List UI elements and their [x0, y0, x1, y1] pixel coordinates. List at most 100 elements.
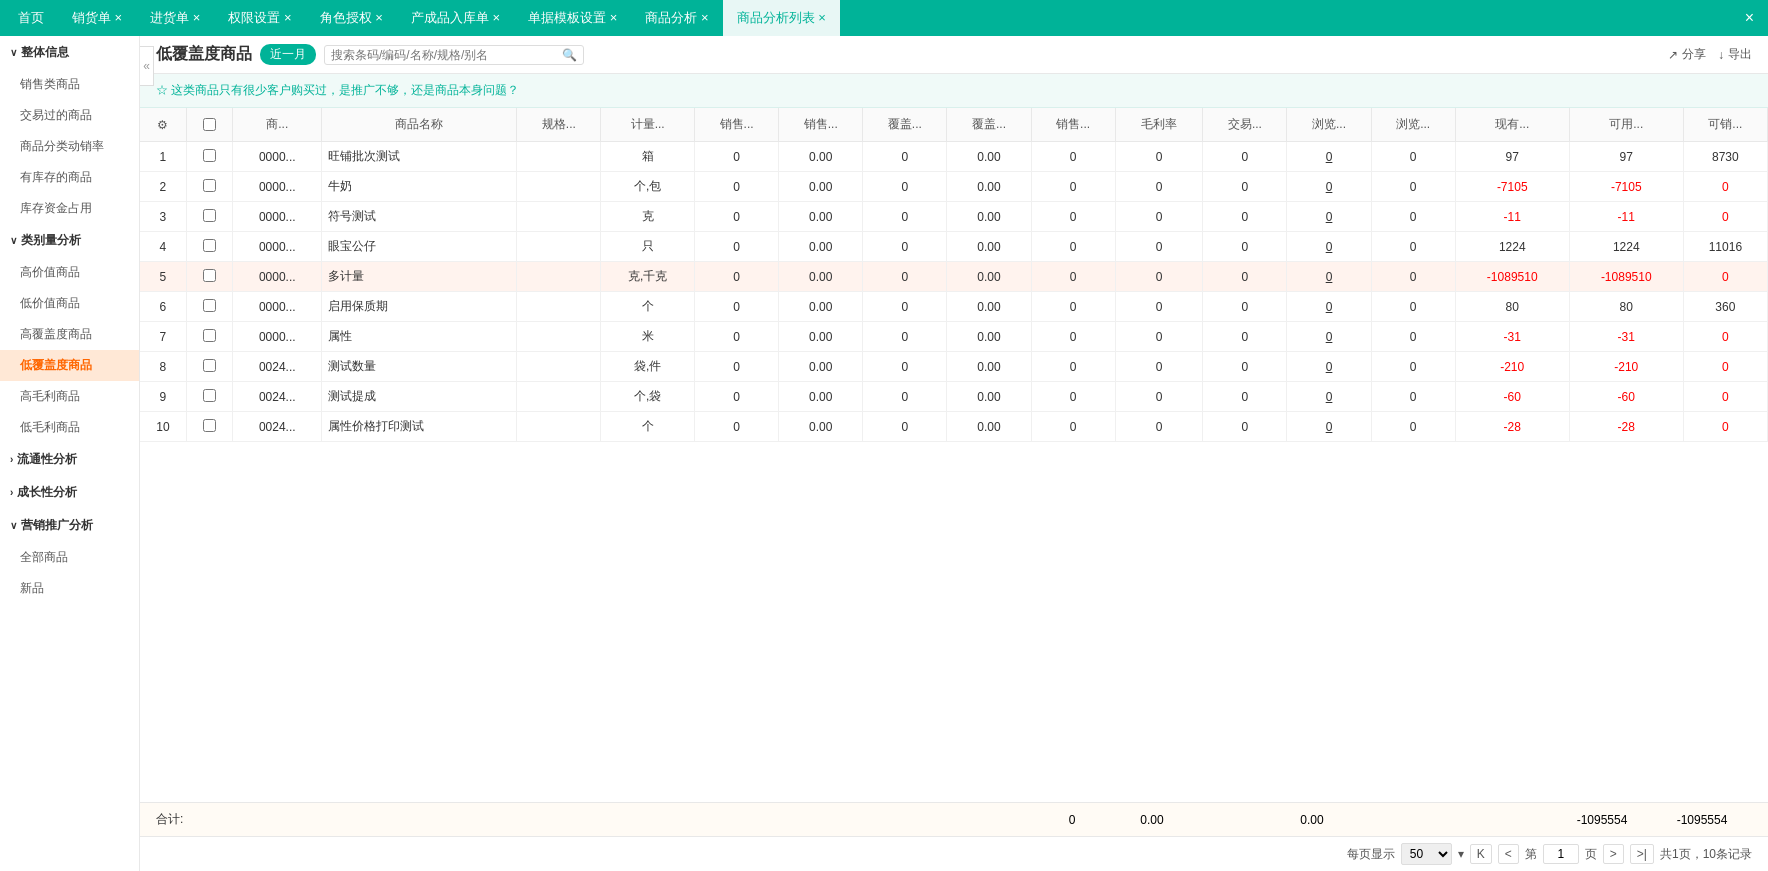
row-unit: 米 — [601, 322, 695, 352]
sidebar-section-circulation[interactable]: › 流通性分析 — [0, 443, 139, 476]
row-checkbox[interactable] — [186, 202, 233, 232]
last-page-button[interactable]: >| — [1630, 844, 1654, 864]
row-checkbox-input[interactable] — [203, 209, 216, 222]
row-cover1: 0 — [863, 262, 947, 292]
row-available: -31 — [1569, 322, 1683, 352]
share-button[interactable]: ↗ 分享 — [1668, 46, 1706, 63]
row-checkbox-input[interactable] — [203, 269, 216, 282]
row-checkbox[interactable] — [186, 142, 233, 172]
arrow-category: ∨ — [10, 235, 17, 246]
row-sellable: 11016 — [1683, 232, 1767, 262]
page-size-select[interactable]: 50 20 100 — [1401, 843, 1452, 865]
sidebar-item-new-goods[interactable]: 新品 — [0, 573, 139, 604]
th-settings[interactable]: ⚙ — [140, 108, 186, 142]
sidebar-item-low-profit[interactable]: 低毛利商品 — [0, 412, 139, 443]
row-cover2: 0.00 — [947, 202, 1031, 232]
row-sellable: 0 — [1683, 202, 1767, 232]
nav-template-settings[interactable]: 单据模板设置 × — [514, 0, 631, 36]
next-page-button[interactable]: > — [1603, 844, 1624, 864]
row-checkbox-input[interactable] — [203, 389, 216, 402]
row-margin: 0 — [1115, 232, 1203, 262]
row-checkbox[interactable] — [186, 172, 233, 202]
row-margin: 0 — [1115, 382, 1203, 412]
row-sales-amt: 0.00 — [779, 232, 863, 262]
time-filter-badge[interactable]: 近一月 — [260, 44, 316, 65]
sidebar-item-sales-goods[interactable]: 销售类商品 — [0, 69, 139, 100]
row-checkbox[interactable] — [186, 322, 233, 352]
row-checkbox[interactable] — [186, 262, 233, 292]
sidebar-section-marketing[interactable]: ∨ 营销推广分析 — [0, 509, 139, 542]
sidebar-section-growth[interactable]: › 成长性分析 — [0, 476, 139, 509]
nav-permissions[interactable]: 权限设置 × — [214, 0, 305, 36]
row-checkbox-input[interactable] — [203, 179, 216, 192]
row-trade: 0 — [1203, 262, 1287, 292]
row-checkbox[interactable] — [186, 352, 233, 382]
total-sales-amt: 0.00 — [1112, 813, 1192, 827]
row-checkbox[interactable] — [186, 382, 233, 412]
product-table: ⚙ 商... 商品名称 规格... 计量... 销售... 销售... 覆盖..… — [140, 108, 1768, 442]
row-cover2: 0.00 — [947, 412, 1031, 442]
table-area[interactable]: ⚙ 商... 商品名称 规格... 计量... 销售... 销售... 覆盖..… — [140, 108, 1768, 802]
row-name: 符号测试 — [322, 202, 517, 232]
sidebar-item-in-stock[interactable]: 有库存的商品 — [0, 162, 139, 193]
row-num: 4 — [140, 232, 186, 262]
export-icon: ↓ — [1718, 48, 1724, 62]
sidebar-item-high-profit[interactable]: 高毛利商品 — [0, 381, 139, 412]
prev-page-button[interactable]: < — [1498, 844, 1519, 864]
th-browse2: 浏览... — [1371, 108, 1455, 142]
sidebar-item-traded-goods[interactable]: 交易过的商品 — [0, 100, 139, 131]
sidebar-item-stock-capital[interactable]: 库存资金占用 — [0, 193, 139, 224]
table-row: 60000...启用保质期个00.0000.00000008080360 — [140, 292, 1768, 322]
row-browse2: 0 — [1371, 412, 1455, 442]
th-spec: 规格... — [517, 108, 601, 142]
nav-role-auth[interactable]: 角色授权 × — [306, 0, 397, 36]
row-checkbox-input[interactable] — [203, 419, 216, 432]
row-checkbox[interactable] — [186, 292, 233, 322]
row-trade: 0 — [1203, 382, 1287, 412]
search-input[interactable] — [331, 48, 558, 62]
row-available: -11 — [1569, 202, 1683, 232]
row-checkbox-input[interactable] — [203, 359, 216, 372]
sidebar-collapse-button[interactable]: « — [140, 46, 154, 86]
row-checkbox-input[interactable] — [203, 329, 216, 342]
row-checkbox-input[interactable] — [203, 239, 216, 252]
row-trade: 0 — [1203, 142, 1287, 172]
sidebar-item-all-goods[interactable]: 全部商品 — [0, 542, 139, 573]
row-checkbox[interactable] — [186, 232, 233, 262]
row-code: 0000... — [233, 262, 322, 292]
search-icon[interactable]: 🔍 — [562, 48, 577, 62]
row-sales-amt: 0.00 — [779, 412, 863, 442]
sidebar-item-low-value[interactable]: 低价值商品 — [0, 288, 139, 319]
sidebar-section-category[interactable]: ∨ 类别量分析 — [0, 224, 139, 257]
export-button[interactable]: ↓ 导出 — [1718, 46, 1752, 63]
sidebar-item-category-rate[interactable]: 商品分类动销率 — [0, 131, 139, 162]
first-page-button[interactable]: K — [1470, 844, 1492, 864]
row-cover2: 0.00 — [947, 292, 1031, 322]
select-all-checkbox[interactable] — [203, 118, 216, 131]
close-all-tabs[interactable]: × — [1737, 9, 1762, 27]
nav-home[interactable]: 首页 — [4, 0, 58, 36]
sidebar-section-overall-label: 整体信息 — [21, 44, 69, 61]
row-checkbox[interactable] — [186, 412, 233, 442]
sidebar-item-high-value[interactable]: 高价值商品 — [0, 257, 139, 288]
row-margin: 0 — [1115, 172, 1203, 202]
row-browse2: 0 — [1371, 202, 1455, 232]
th-checkbox[interactable] — [186, 108, 233, 142]
page-number-input[interactable] — [1543, 844, 1579, 864]
row-checkbox-input[interactable] — [203, 299, 216, 312]
nav-product-warehouse[interactable]: 产成品入库单 × — [397, 0, 514, 36]
row-sales-amt: 0.00 — [779, 202, 863, 232]
share-icon: ↗ — [1668, 48, 1678, 62]
row-spec — [517, 322, 601, 352]
sidebar-item-low-coverage[interactable]: 低覆盖度商品 — [0, 350, 139, 381]
sidebar-item-high-coverage[interactable]: 高覆盖度商品 — [0, 319, 139, 350]
row-checkbox-input[interactable] — [203, 149, 216, 162]
nav-sales-order[interactable]: 销货单 × — [58, 0, 136, 36]
nav-product-analysis-list[interactable]: 商品分析列表 × — [723, 0, 840, 36]
row-browse1: 0 — [1287, 382, 1371, 412]
nav-product-analysis[interactable]: 商品分析 × — [631, 0, 722, 36]
row-browse1: 0 — [1287, 172, 1371, 202]
sidebar-section-overall[interactable]: ∨ 整体信息 — [0, 36, 139, 69]
content-area: « 低覆盖度商品 近一月 🔍 ↗ 分享 ↓ 导出 ☆ 这类商品只有很少客户购买过 — [140, 36, 1768, 871]
nav-purchase-order[interactable]: 进货单 × — [136, 0, 214, 36]
